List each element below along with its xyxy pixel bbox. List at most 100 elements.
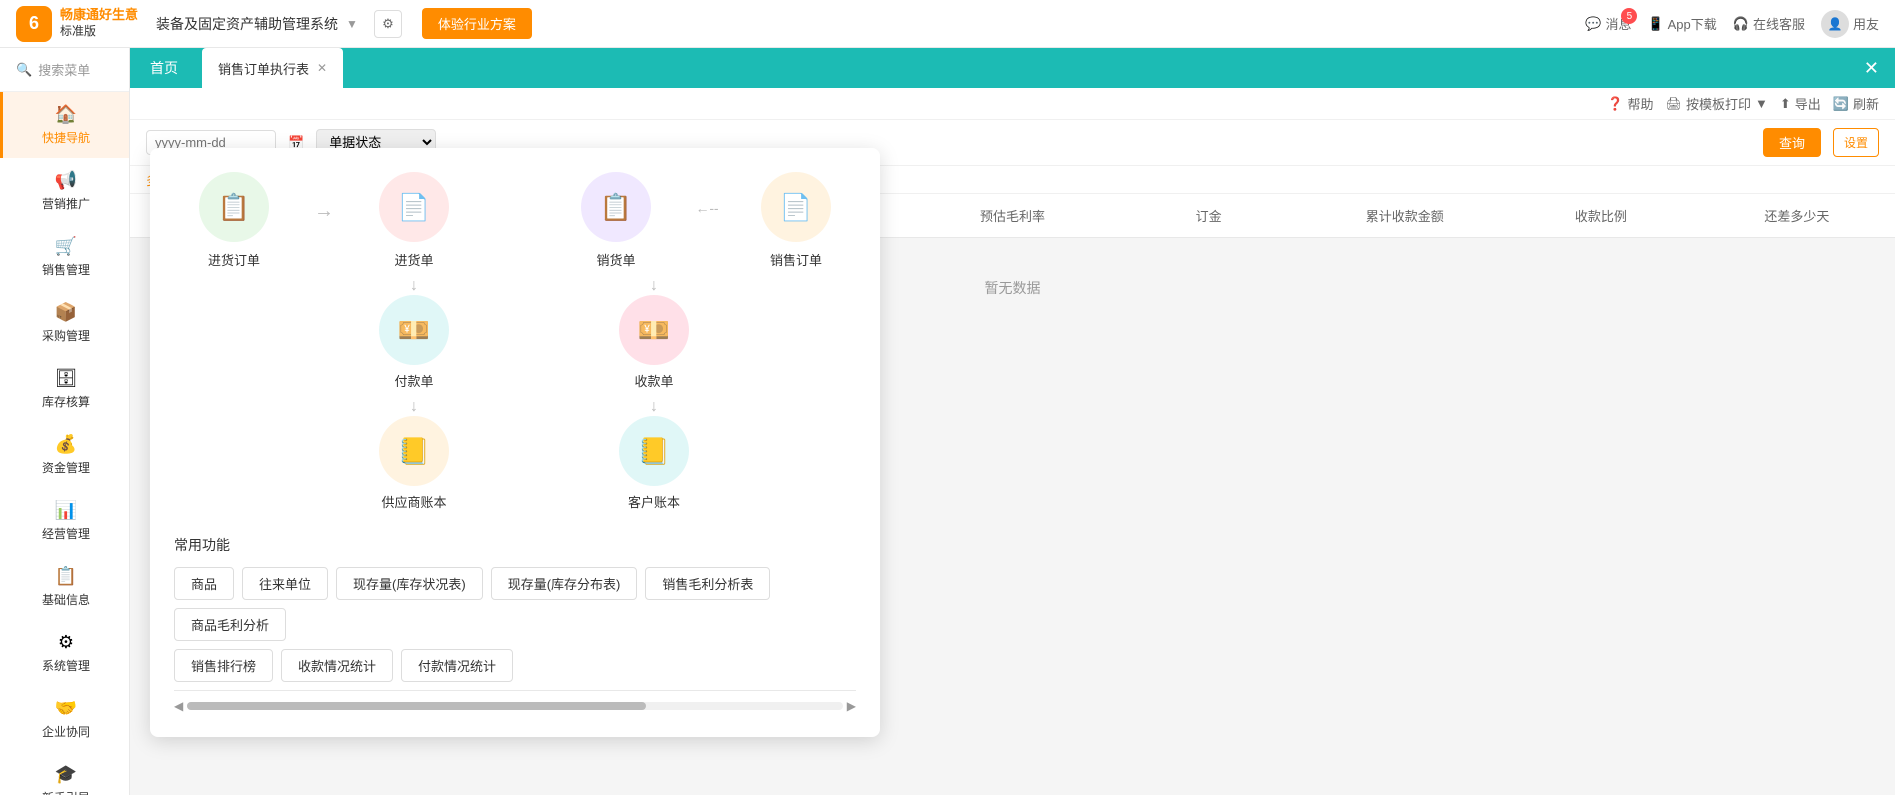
flow-item-purchase-order[interactable]: 📋 进货订单 [174, 172, 294, 269]
customer-ledger-label: 客户账本 [628, 492, 680, 511]
sales-order-label: 销售订单 [770, 250, 822, 269]
tab-close-button[interactable]: ✕ [317, 61, 327, 75]
logo-text: 畅康通好生意 标准版 [60, 7, 138, 39]
arrow-down-receipt: ↓ [650, 277, 658, 295]
arrow-down-supplier: ↓ [410, 398, 418, 416]
scroll-left-arrow[interactable]: ◀ [174, 699, 183, 713]
logo-area: 6 畅康通好生意 标准版 [16, 6, 146, 42]
scrollbar-track[interactable] [187, 702, 843, 710]
download-icon: 📱 [1647, 16, 1663, 32]
func-current-stock-dist[interactable]: 现存量(库存分布表) [491, 567, 638, 600]
func-product[interactable]: 商品 [174, 567, 234, 600]
user-menu[interactable]: 👤 用友 [1821, 10, 1879, 38]
receipt-label: 收款单 [634, 371, 673, 390]
experience-button[interactable]: 体验行业方案 [422, 8, 532, 39]
purchase-order-label: 进货订单 [208, 250, 260, 269]
logo-icon: 6 [16, 6, 52, 42]
sidebar-item-newbie[interactable]: 🎓 新手引导 [0, 752, 129, 795]
func-current-stock-status[interactable]: 现存量(库存状况表) [336, 567, 483, 600]
page-content: ❓ 帮助 🖨 按模板打印 ▼ ⬆ 导出 🔄 刷新 [130, 88, 1895, 795]
message-icon: 💬 [1585, 16, 1601, 32]
arrow-sales-dashed: ← - - [676, 172, 736, 216]
sidebar-item-quick-nav[interactable]: 🏠 快捷导航 [0, 92, 129, 158]
purchase-bill-icon: 📄 [379, 172, 449, 242]
search-icon: 🔍 [16, 62, 32, 78]
arrow-down-customer: ↓ [650, 398, 658, 416]
arrow-purchase-to-bill: → [294, 172, 354, 223]
sidebar-item-system[interactable]: ⚙ 系统管理 [0, 620, 129, 686]
top-right-area: 💬 消息 5 📱 App下载 🎧 在线客服 👤 用友 [1585, 10, 1879, 38]
receipt-icon: 💴 [619, 295, 689, 365]
sidebar-item-enterprise[interactable]: 🤝 企业协同 [0, 686, 129, 752]
sidebar-item-operations[interactable]: 📊 经营管理 [0, 488, 129, 554]
window-close-button[interactable]: ✕ [1864, 58, 1879, 78]
popup-overlay: 📋 进货订单 → 📄 进货单 [130, 88, 1895, 795]
online-service-button[interactable]: 🎧 在线客服 [1733, 14, 1805, 33]
sidebar: 🔍 搜索菜单 🏠 快捷导航 📢 营销推广 🛒 销售管理 📦 采购管理 [0, 48, 130, 795]
inventory-icon: 🗄 [55, 368, 78, 389]
common-functions-title: 常用功能 [174, 535, 856, 555]
flow-diagram: 📋 进货订单 → 📄 进货单 [174, 172, 856, 511]
sidebar-item-marketing[interactable]: 📢 营销推广 [0, 158, 129, 224]
sales-bill-label: 销货单 [596, 250, 635, 269]
system-dropdown-arrow[interactable]: ▼ [346, 17, 358, 31]
spacer3 [534, 277, 594, 390]
functions-row-2: 销售排行榜 收款情况统计 付款情况统计 [174, 649, 856, 682]
spacer-arrow1 [294, 277, 354, 390]
payment-label: 付款单 [394, 371, 433, 390]
operations-icon: 📊 [55, 500, 77, 521]
user-avatar: 👤 [1821, 10, 1849, 38]
sidebar-item-sales[interactable]: 🛒 销售管理 [0, 224, 129, 290]
flow-item-sales-order[interactable]: 📄 销售订单 [736, 172, 856, 269]
payment-icon: 💴 [379, 295, 449, 365]
sidebar-item-inventory[interactable]: 🗄 库存核算 [0, 356, 129, 422]
tab-bar: 首页 销售订单执行表 ✕ ✕ [130, 48, 1895, 88]
arrow-down-payment: ↓ [410, 277, 418, 295]
func-sales-ranking[interactable]: 销售排行榜 [174, 649, 273, 682]
newbie-icon: 🎓 [55, 764, 77, 785]
spacer-left2 [174, 398, 294, 511]
app-download-button[interactable]: 📱 App下载 [1647, 14, 1716, 33]
basic-icon: 📋 [55, 566, 77, 587]
flow-item-purchase-bill[interactable]: 📄 进货单 [354, 172, 474, 269]
sidebar-item-basic[interactable]: 📋 基础信息 [0, 554, 129, 620]
spacer5 [474, 398, 534, 511]
sidebar-search[interactable]: 🔍 搜索菜单 [0, 48, 129, 92]
message-badge: 5 [1621, 8, 1637, 24]
receipt-col: ↓ 💴 收款单 [594, 277, 714, 390]
func-partner[interactable]: 往来单位 [242, 567, 328, 600]
func-product-margin[interactable]: 商品毛利分析 [174, 608, 286, 641]
purchase-order-icon: 📋 [199, 172, 269, 242]
content-area: 首页 销售订单执行表 ✕ ✕ ❓ 帮助 🖨 [130, 48, 1895, 795]
marketing-icon: 📢 [55, 170, 77, 191]
tab-sales-order[interactable]: 销售订单执行表 ✕ [202, 48, 343, 88]
supplier-ledger-icon: 📒 [379, 416, 449, 486]
scroll-right-arrow[interactable]: ▶ [847, 699, 856, 713]
func-sales-margin-analysis[interactable]: 销售毛利分析表 [645, 567, 770, 600]
sales-order-icon: 📄 [761, 172, 831, 242]
sales-icon: 🛒 [55, 236, 77, 257]
functions-row-1: 商品 往来单位 现存量(库存状况表) 现存量(库存分布表) 销售毛利分析表 商品… [174, 567, 856, 641]
spacer6 [534, 398, 594, 511]
sales-bill-icon: 📋 [581, 172, 651, 242]
enterprise-icon: 🤝 [55, 698, 77, 719]
popup-box: 📋 进货订单 → 📄 进货单 [150, 148, 880, 737]
quick-nav-icon: 🏠 [55, 104, 77, 125]
purchase-bill-label: 进货单 [394, 250, 433, 269]
spacer4 [294, 398, 354, 511]
func-payment-stats[interactable]: 付款情况统计 [401, 649, 513, 682]
message-button[interactable]: 💬 消息 5 [1585, 14, 1631, 33]
gear-button[interactable]: ⚙ [374, 10, 402, 38]
system-name: 装备及固定资产辅助管理系统 [156, 14, 338, 34]
supplier-ledger-label: 供应商账本 [381, 492, 446, 511]
tab-home[interactable]: 首页 [130, 48, 198, 88]
system-icon: ⚙ [58, 632, 74, 653]
flow-item-sales-bill[interactable]: 📋 销货单 [556, 172, 676, 269]
sidebar-item-purchase[interactable]: 📦 采购管理 [0, 290, 129, 356]
payment-col: ↓ 💴 付款单 [354, 277, 474, 390]
customer-ledger-icon: 📒 [619, 416, 689, 486]
sidebar-item-finance[interactable]: 💰 资金管理 [0, 422, 129, 488]
customer-ledger-col: ↓ 📒 客户账本 [594, 398, 714, 511]
spacer-left [174, 277, 294, 390]
func-receipt-stats[interactable]: 收款情况统计 [281, 649, 393, 682]
